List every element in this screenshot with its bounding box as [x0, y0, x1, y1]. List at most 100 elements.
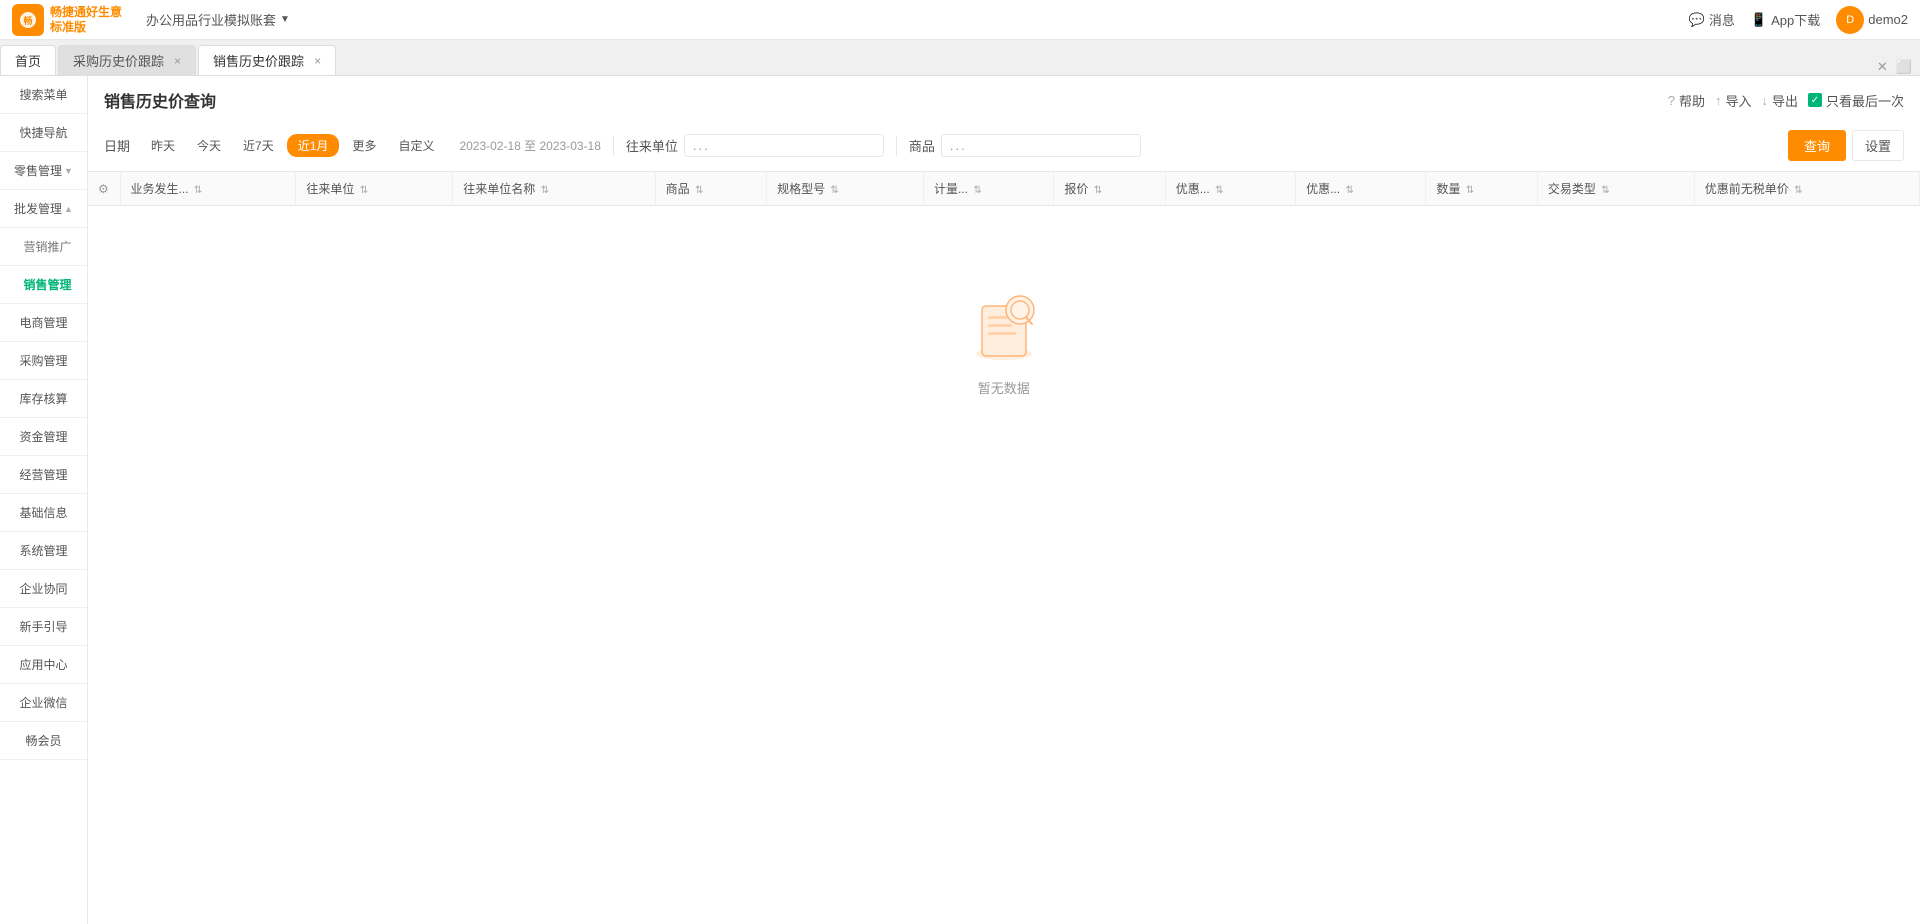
- last-only-checkbox-area[interactable]: 只看最后一次: [1808, 91, 1904, 110]
- sort-icon-partner-name: ⇅: [541, 185, 549, 196]
- sidebar-item-system-label: 系统管理: [4, 542, 83, 559]
- sidebar-item-basic-label: 基础信息: [4, 504, 83, 521]
- table-col-price[interactable]: 报价 ⇅: [1054, 172, 1165, 206]
- sidebar-item-operations-label: 经营管理: [4, 466, 83, 483]
- sidebar-item-finance-label: 资金管理: [4, 428, 83, 445]
- sidebar-item-wechat-label: 企业微信: [4, 694, 83, 711]
- sort-icon-spec: ⇅: [830, 185, 838, 196]
- partner-filter-input[interactable]: ...: [684, 134, 884, 157]
- sidebar-item-sales-label: 销售管理: [12, 276, 83, 293]
- content-area: 销售历史价查询 ? 帮助 ↑ 导入 ↓ 导出: [88, 76, 1920, 924]
- product-filter-input[interactable]: ...: [941, 134, 1141, 157]
- sidebar-item-wholesale[interactable]: 批发管理 ▲: [0, 190, 87, 228]
- last-only-label: 只看最后一次: [1826, 91, 1904, 110]
- table-col-unit[interactable]: 计量... ⇅: [923, 172, 1053, 206]
- tab-home[interactable]: 首页: [0, 45, 56, 75]
- table-col-spec[interactable]: 规格型号 ⇅: [767, 172, 924, 206]
- table-col-pretax-price[interactable]: 优惠前无税单价 ⇅: [1694, 172, 1919, 206]
- sidebar-item-appstore[interactable]: 应用中心: [0, 646, 87, 684]
- gear-icon[interactable]: ⚙: [98, 182, 109, 196]
- date-btn-last1m[interactable]: 近1月: [287, 134, 340, 157]
- help-button[interactable]: ? 帮助: [1668, 91, 1705, 110]
- sort-icon-partner-code: ⇅: [360, 185, 368, 196]
- logo-icon: 畅: [12, 4, 44, 36]
- app-download-button[interactable]: 📱 App下载: [1751, 10, 1820, 29]
- table-col-qty[interactable]: 数量 ⇅: [1426, 172, 1537, 206]
- app-download-label: App下载: [1771, 10, 1820, 29]
- date-btn-yesterday[interactable]: 昨天: [142, 134, 184, 157]
- sort-icon-discount2: ⇅: [1345, 185, 1353, 196]
- tabbar: 首页 采购历史价跟踪 × 销售历史价跟踪 × ✕ ⬜: [0, 40, 1920, 76]
- table-col-product[interactable]: 商品 ⇅: [655, 172, 766, 206]
- col-discount2-label: 优惠...: [1306, 182, 1340, 196]
- table-col-biz-date[interactable]: 业务发生... ⇅: [120, 172, 296, 206]
- sidebar-item-retail[interactable]: 零售管理 ▼: [0, 152, 87, 190]
- sidebar-item-wechat[interactable]: 企业微信: [0, 684, 87, 722]
- table-col-trade-type[interactable]: 交易类型 ⇅: [1537, 172, 1694, 206]
- date-buttons: 昨天 今天 近7天 近1月 更多 自定义: [142, 134, 443, 157]
- sidebar-item-marketing[interactable]: 营销推广: [0, 228, 87, 266]
- product-filter-field: 商品 ...: [909, 134, 1141, 157]
- tab-purchase-history-close[interactable]: ×: [174, 54, 181, 68]
- main-layout: 搜索菜单 快捷导航 零售管理 ▼ 批发管理 ▲ 营销推广 销售管理 电商管理 采…: [0, 76, 1920, 924]
- sidebar-item-guide[interactable]: 新手引导: [0, 608, 87, 646]
- sidebar-item-finance[interactable]: 资金管理: [0, 418, 87, 456]
- tab-sales-history-close[interactable]: ×: [314, 54, 321, 68]
- sidebar-item-inventory-label: 库存核算: [4, 390, 83, 407]
- export-icon: ↓: [1761, 93, 1768, 108]
- logo-area: 畅 畅捷通好生意 标准版: [12, 4, 122, 36]
- sidebar-item-member-label: 畅会员: [4, 732, 83, 749]
- message-button[interactable]: 💬 消息: [1689, 10, 1735, 29]
- sidebar-item-ecommerce[interactable]: 电商管理: [0, 304, 87, 342]
- table-col-settings[interactable]: ⚙: [88, 172, 120, 206]
- col-partner-code-label: 往来单位: [306, 182, 354, 196]
- empty-state-row: 暂无数据: [88, 206, 1920, 478]
- tab-purchase-history-label: 采购历史价跟踪: [73, 51, 164, 70]
- username-label: demo2: [1868, 12, 1908, 27]
- import-label: 导入: [1725, 91, 1751, 110]
- tab-sales-history[interactable]: 销售历史价跟踪 ×: [198, 45, 336, 75]
- empty-image: [964, 286, 1044, 366]
- sort-icon-discount1: ⇅: [1215, 185, 1223, 196]
- date-btn-custom[interactable]: 自定义: [389, 134, 443, 157]
- close-window-button[interactable]: ✕: [1877, 59, 1888, 75]
- sidebar-item-inventory[interactable]: 库存核算: [0, 380, 87, 418]
- product-input-placeholder: ...: [950, 138, 967, 153]
- sidebar-item-sales[interactable]: 销售管理: [0, 266, 87, 304]
- sidebar-item-system[interactable]: 系统管理: [0, 532, 87, 570]
- app-selector[interactable]: 办公用品行业模拟账套 ▼: [146, 10, 290, 29]
- date-btn-today[interactable]: 今天: [188, 134, 230, 157]
- user-menu[interactable]: D demo2: [1836, 6, 1908, 34]
- table-col-discount2[interactable]: 优惠... ⇅: [1296, 172, 1426, 206]
- maximize-window-button[interactable]: ⬜: [1896, 59, 1912, 75]
- sidebar-item-ecommerce-label: 电商管理: [4, 314, 83, 331]
- page-actions: ? 帮助 ↑ 导入 ↓ 导出 只看最后一次: [1668, 91, 1904, 110]
- export-label: 导出: [1772, 91, 1798, 110]
- sidebar-item-search[interactable]: 搜索菜单: [0, 76, 87, 114]
- settings-button[interactable]: 设置: [1852, 130, 1904, 161]
- export-button[interactable]: ↓ 导出: [1761, 91, 1798, 110]
- sidebar-item-appstore-label: 应用中心: [4, 656, 83, 673]
- table-col-discount1[interactable]: 优惠... ⇅: [1165, 172, 1295, 206]
- partner-input-placeholder: ...: [693, 138, 710, 153]
- date-btn-more[interactable]: 更多: [343, 134, 385, 157]
- sidebar-item-enterprise[interactable]: 企业协同: [0, 570, 87, 608]
- sidebar-item-basic[interactable]: 基础信息: [0, 494, 87, 532]
- tab-purchase-history[interactable]: 采购历史价跟踪 ×: [58, 45, 196, 75]
- sidebar-item-purchase[interactable]: 采购管理: [0, 342, 87, 380]
- table-col-partner-name[interactable]: 往来单位名称 ⇅: [453, 172, 655, 206]
- date-btn-last7[interactable]: 近7天: [234, 134, 283, 157]
- sidebar-item-quick-nav-label: 快捷导航: [4, 124, 83, 141]
- sidebar-item-member[interactable]: 畅会员: [0, 722, 87, 760]
- filter-divider-1: [613, 136, 614, 156]
- last-only-checkbox[interactable]: [1808, 93, 1822, 107]
- sidebar: 搜索菜单 快捷导航 零售管理 ▼ 批发管理 ▲ 营销推广 销售管理 电商管理 采…: [0, 76, 88, 924]
- sidebar-item-operations[interactable]: 经营管理: [0, 456, 87, 494]
- sidebar-item-quick-nav[interactable]: 快捷导航: [0, 114, 87, 152]
- query-button[interactable]: 查询: [1788, 130, 1846, 161]
- import-button[interactable]: ↑ 导入: [1715, 91, 1752, 110]
- sort-icon-trade-type: ⇅: [1601, 185, 1609, 196]
- col-spec-label: 规格型号: [777, 182, 825, 196]
- table-col-partner-code[interactable]: 往来单位 ⇅: [296, 172, 453, 206]
- filter-row: 日期 昨天 今天 近7天 近1月 更多 自定义 2023-02-18 至 202…: [88, 120, 1920, 172]
